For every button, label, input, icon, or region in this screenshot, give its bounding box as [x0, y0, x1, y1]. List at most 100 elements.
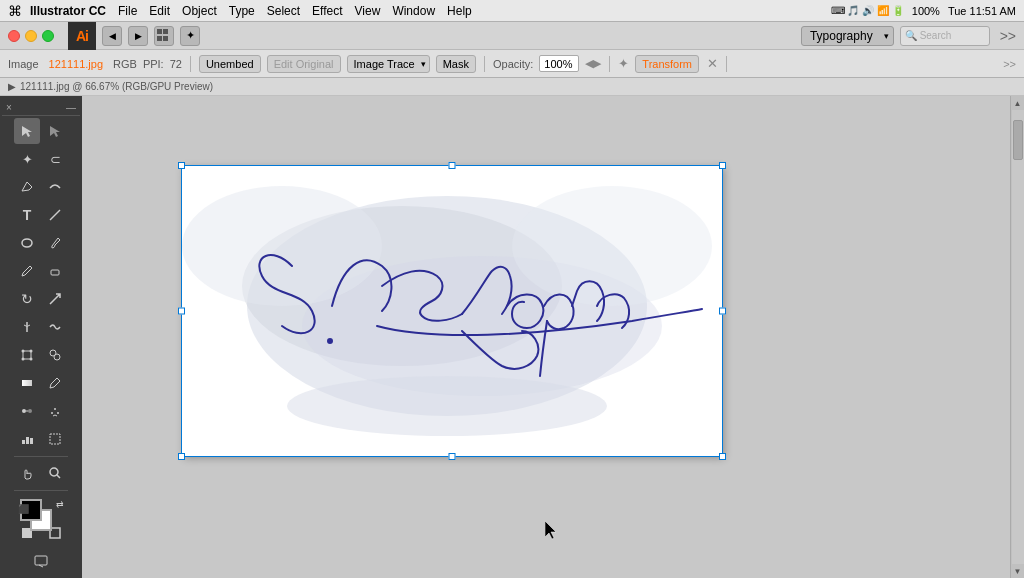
- image-trace-dropdown[interactable]: Image Trace: [347, 55, 430, 73]
- scale-tool[interactable]: [42, 286, 68, 312]
- panel-header: × —: [2, 100, 80, 116]
- menu-type[interactable]: Type: [229, 4, 255, 18]
- gradient-tool[interactable]: [14, 370, 40, 396]
- signature-area: [182, 166, 722, 456]
- signature-svg: [182, 166, 712, 446]
- edit-original-button[interactable]: Edit Original: [267, 55, 341, 73]
- mask-button[interactable]: Mask: [436, 55, 476, 73]
- minimize-button[interactable]: [25, 30, 37, 42]
- scrollbar-track[interactable]: [1012, 110, 1024, 564]
- swap-colors-icon[interactable]: ⇄: [56, 499, 64, 509]
- svg-marker-1: [50, 126, 60, 137]
- contextual-toolbar: Image 121111.jpg RGB PPI: 72 Unembed Edi…: [0, 50, 1024, 78]
- rotate-tool[interactable]: ↻: [14, 286, 40, 312]
- direct-selection-tool[interactable]: [42, 118, 68, 144]
- align-icon[interactable]: ✕: [707, 56, 718, 71]
- breadcrumb-arrow[interactable]: ▶: [8, 81, 16, 92]
- tool-row-2: ✦ ⊂: [2, 146, 80, 172]
- context-filename: 121111.jpg: [49, 58, 103, 70]
- clock: Tue 11:51 AM: [948, 5, 1016, 17]
- scrollbar-thumb[interactable]: [1013, 120, 1023, 160]
- pencil-tool[interactable]: [14, 258, 40, 284]
- svg-rect-22: [30, 438, 33, 444]
- toolbar-separator-2: [484, 56, 485, 72]
- close-button[interactable]: [8, 30, 20, 42]
- menu-view[interactable]: View: [355, 4, 381, 18]
- panel-close[interactable]: ×: [6, 102, 12, 113]
- fullscreen-button[interactable]: [42, 30, 54, 42]
- menubar-right: ⌨ 🎵 🔊 📶 🔋 100% Tue 11:51 AM: [831, 5, 1016, 17]
- app-name: Illustrator CC: [30, 4, 106, 18]
- opacity-arrow[interactable]: ◀▶: [585, 57, 601, 70]
- eraser-tool[interactable]: [42, 258, 68, 284]
- svg-point-19: [57, 412, 59, 414]
- unembed-button[interactable]: Unembed: [199, 55, 261, 73]
- quick-actions[interactable]: ✦: [180, 26, 200, 46]
- window-nav-back[interactable]: ◀: [102, 26, 122, 46]
- window-nav-forward[interactable]: ▶: [128, 26, 148, 46]
- warp-tool[interactable]: [42, 314, 68, 340]
- workspace-dropdown[interactable]: Typography ▾: [801, 26, 894, 46]
- shape-builder-tool[interactable]: [42, 342, 68, 368]
- battery-percent: 100%: [912, 5, 940, 17]
- menu-object[interactable]: Object: [182, 4, 217, 18]
- reset-colors-icon[interactable]: ⬛: [18, 504, 29, 514]
- apple-menu[interactable]: ⌘: [8, 3, 22, 19]
- lasso-tool[interactable]: ⊂: [42, 146, 68, 172]
- svg-point-3: [22, 239, 32, 247]
- line-segment-tool[interactable]: [42, 202, 68, 228]
- menu-effect[interactable]: Effect: [312, 4, 342, 18]
- canvas-background: [82, 96, 1010, 578]
- toolbar-separator-3: [609, 56, 610, 72]
- symbol-sprayer-tool[interactable]: [42, 398, 68, 424]
- tool-row-4: T: [2, 202, 80, 228]
- blend-tool[interactable]: [14, 398, 40, 424]
- scroll-down-button[interactable]: ▼: [1011, 564, 1025, 578]
- menu-edit[interactable]: Edit: [149, 4, 170, 18]
- opacity-input[interactable]: 100%: [539, 55, 579, 72]
- arrange-windows[interactable]: [154, 26, 174, 46]
- magic-wand-tool[interactable]: ✦: [14, 146, 40, 172]
- tool-row-3: [2, 174, 80, 200]
- svg-point-34: [182, 186, 382, 306]
- menu-file[interactable]: File: [118, 4, 137, 18]
- eyedropper-tool[interactable]: [42, 370, 68, 396]
- breadcrumb-text: 121111.jpg @ 66.67% (RGB/GPU Preview): [20, 81, 213, 92]
- panel-menu-icon[interactable]: >>: [1003, 58, 1016, 70]
- tool-row-5: [2, 230, 80, 256]
- status-icons: ⌨ 🎵 🔊 📶 🔋: [831, 5, 904, 16]
- zoom-tool[interactable]: [42, 460, 68, 486]
- menu-help[interactable]: Help: [447, 4, 472, 18]
- paintbrush-tool[interactable]: [42, 230, 68, 256]
- title-search-box[interactable]: 🔍 Search: [900, 26, 990, 46]
- context-ppi-value: 72: [170, 58, 182, 70]
- transform-toggle[interactable]: ✦: [618, 56, 629, 71]
- artboard-tool[interactable]: [42, 426, 68, 452]
- transform-button[interactable]: Transform: [635, 55, 699, 73]
- width-tool[interactable]: [14, 314, 40, 340]
- pen-tool[interactable]: [14, 174, 40, 200]
- graph-column-tool[interactable]: [14, 426, 40, 452]
- hand-tool[interactable]: [14, 460, 40, 486]
- type-tool[interactable]: T: [14, 202, 40, 228]
- context-colormode: RGB: [113, 58, 137, 70]
- panel-collapse[interactable]: —: [66, 102, 76, 113]
- menu-select[interactable]: Select: [267, 4, 300, 18]
- tool-row-1: [2, 118, 80, 144]
- scroll-up-button[interactable]: ▲: [1011, 96, 1025, 110]
- selection-tool[interactable]: [14, 118, 40, 144]
- menu-window[interactable]: Window: [392, 4, 435, 18]
- svg-marker-37: [545, 521, 556, 539]
- svg-point-10: [30, 358, 33, 361]
- canvas-area[interactable]: ▲ ▼: [82, 96, 1024, 578]
- free-transform-tool[interactable]: [14, 342, 40, 368]
- collapse-panel-icon[interactable]: >>: [1000, 28, 1016, 44]
- curvature-tool[interactable]: [42, 174, 68, 200]
- svg-point-14: [22, 409, 26, 413]
- svg-point-33: [287, 376, 607, 436]
- svg-point-12: [54, 354, 60, 360]
- screen-mode-icon[interactable]: [28, 548, 54, 574]
- scrollbar-right[interactable]: ▲ ▼: [1010, 96, 1024, 578]
- context-ppi-label: PPI:: [143, 58, 164, 70]
- ellipse-tool[interactable]: [14, 230, 40, 256]
